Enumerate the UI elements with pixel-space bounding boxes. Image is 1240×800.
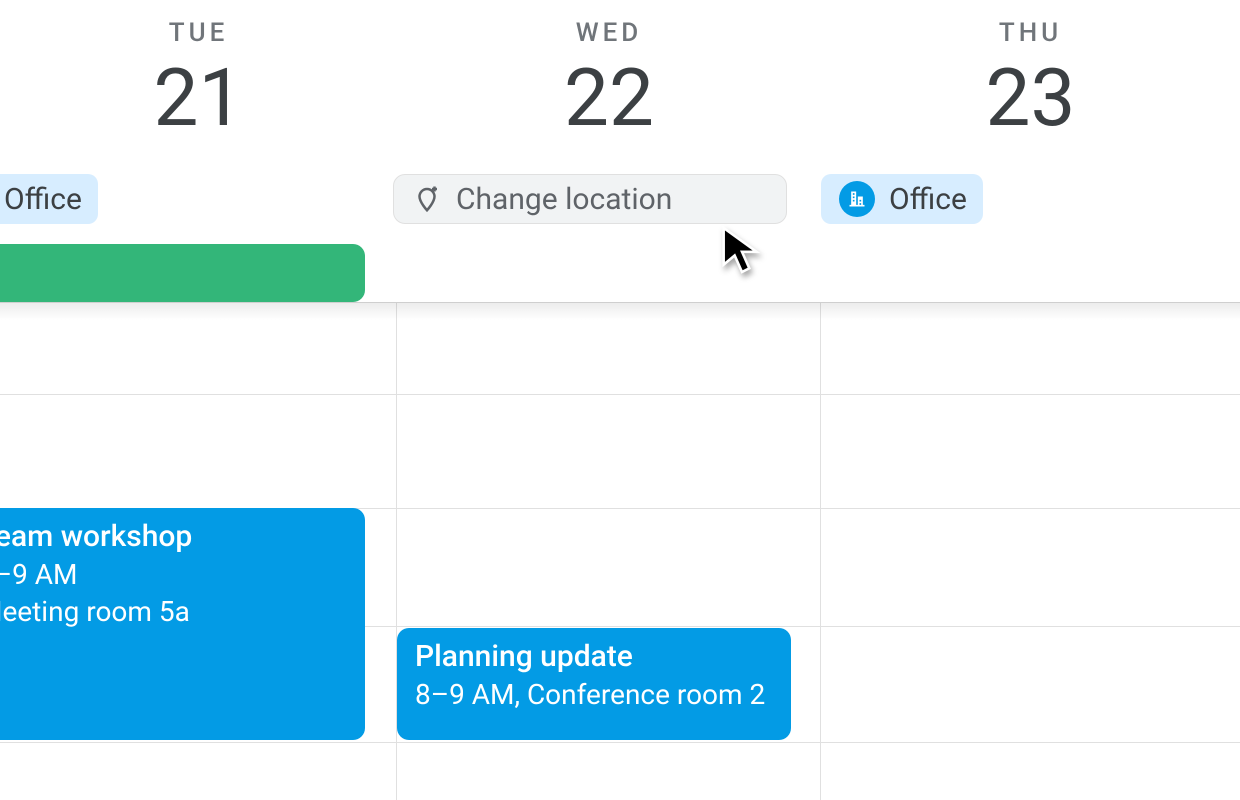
location-label: Office (4, 182, 82, 217)
day-of-week: WED (397, 18, 821, 48)
event-detail: 8–9 AM, Conference room 2 (415, 676, 773, 714)
day-header-thu[interactable]: THU 23 (821, 0, 1240, 142)
day-of-month: 21 (0, 54, 397, 142)
event-room: Meeting room 5a (0, 593, 347, 631)
location-chip-tue[interactable]: Office (0, 174, 98, 224)
day-of-week: THU (821, 18, 1240, 48)
day-of-month: 23 (821, 54, 1240, 142)
day-header-wed[interactable]: WED 22 (397, 0, 821, 142)
calendar-week-view: TUE 21 Office WED 22 (0, 0, 1240, 800)
event-planning-update[interactable]: Planning update 8–9 AM, Conference room … (397, 628, 791, 740)
event-title: Team workshop (0, 518, 347, 556)
location-chip-thu[interactable]: Office (821, 174, 983, 224)
event-team-workshop[interactable]: Team workshop 7–9 AM Meeting room 5a (0, 508, 365, 740)
change-location-button[interactable]: Change location (393, 174, 787, 224)
add-location-icon (412, 184, 442, 214)
change-location-label: Change location (456, 182, 672, 217)
day-of-month: 22 (397, 54, 821, 142)
day-header-tue[interactable]: TUE 21 (0, 0, 397, 142)
day-of-week: TUE (0, 18, 397, 48)
event-time: 7–9 AM (0, 556, 347, 594)
building-icon (839, 181, 875, 217)
location-label: Office (889, 182, 967, 217)
all-day-event-tue[interactable] (0, 244, 365, 302)
event-title: Planning update (415, 638, 773, 676)
